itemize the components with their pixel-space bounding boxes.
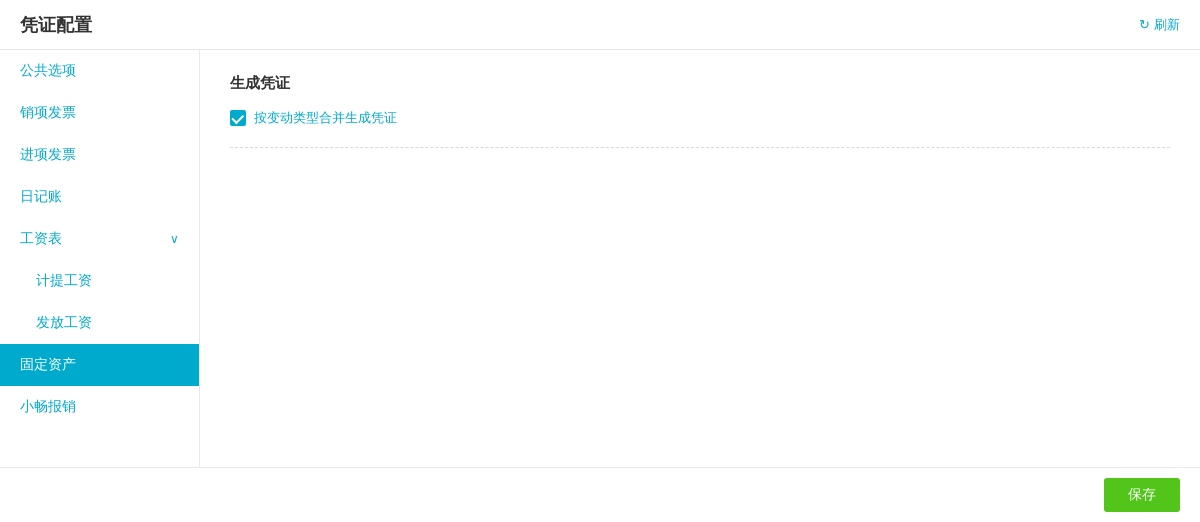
sidebar-item-label: 日记账 [20, 188, 62, 206]
refresh-button[interactable]: ↻ 刷新 [1139, 16, 1180, 34]
sidebar-item-label: 固定资产 [20, 356, 76, 374]
page-title: 凭证配置 [20, 13, 92, 37]
sidebar-item-label: 小畅报销 [20, 398, 76, 416]
sidebar-item-expense[interactable]: 小畅报销 [0, 386, 199, 428]
checkbox-row: 按变动类型合并生成凭证 [230, 109, 1170, 127]
sidebar-item-label: 销项发票 [20, 104, 76, 122]
sidebar-item-label: 发放工资 [36, 314, 92, 332]
sidebar-item-label: 公共选项 [20, 62, 76, 80]
main-container: 公共选项 销项发票 进项发票 日记账 工资表 ∨ 计提工资 发放工资 固定资产 … [0, 50, 1200, 467]
save-button[interactable]: 保存 [1104, 478, 1180, 512]
sidebar-item-label: 进项发票 [20, 146, 76, 164]
sidebar: 公共选项 销项发票 进项发票 日记账 工资表 ∨ 计提工资 发放工资 固定资产 … [0, 50, 200, 467]
merge-checkbox[interactable] [230, 110, 246, 126]
sidebar-item-payroll[interactable]: 工资表 ∨ [0, 218, 199, 260]
sidebar-item-label: 工资表 [20, 230, 62, 248]
sidebar-item-fixed-assets[interactable]: 固定资产 [0, 344, 199, 386]
checkbox-label[interactable]: 按变动类型合并生成凭证 [254, 109, 397, 127]
sidebar-item-journal[interactable]: 日记账 [0, 176, 199, 218]
page-header: 凭证配置 ↻ 刷新 [0, 0, 1200, 50]
section-divider [230, 147, 1170, 148]
refresh-label: 刷新 [1154, 16, 1180, 34]
sidebar-item-pay-salary[interactable]: 发放工资 [0, 302, 199, 344]
chevron-down-icon: ∨ [170, 232, 179, 246]
sidebar-item-sales-invoice[interactable]: 销项发票 [0, 92, 199, 134]
content-area: 生成凭证 按变动类型合并生成凭证 [200, 50, 1200, 467]
sidebar-item-public[interactable]: 公共选项 [0, 50, 199, 92]
section-title: 生成凭证 [230, 74, 1170, 93]
refresh-icon: ↻ [1139, 17, 1150, 32]
sidebar-item-accrual-salary[interactable]: 计提工资 [0, 260, 199, 302]
sidebar-item-purchase-invoice[interactable]: 进项发票 [0, 134, 199, 176]
page-footer: 保存 [0, 467, 1200, 522]
sidebar-item-label: 计提工资 [36, 272, 92, 290]
